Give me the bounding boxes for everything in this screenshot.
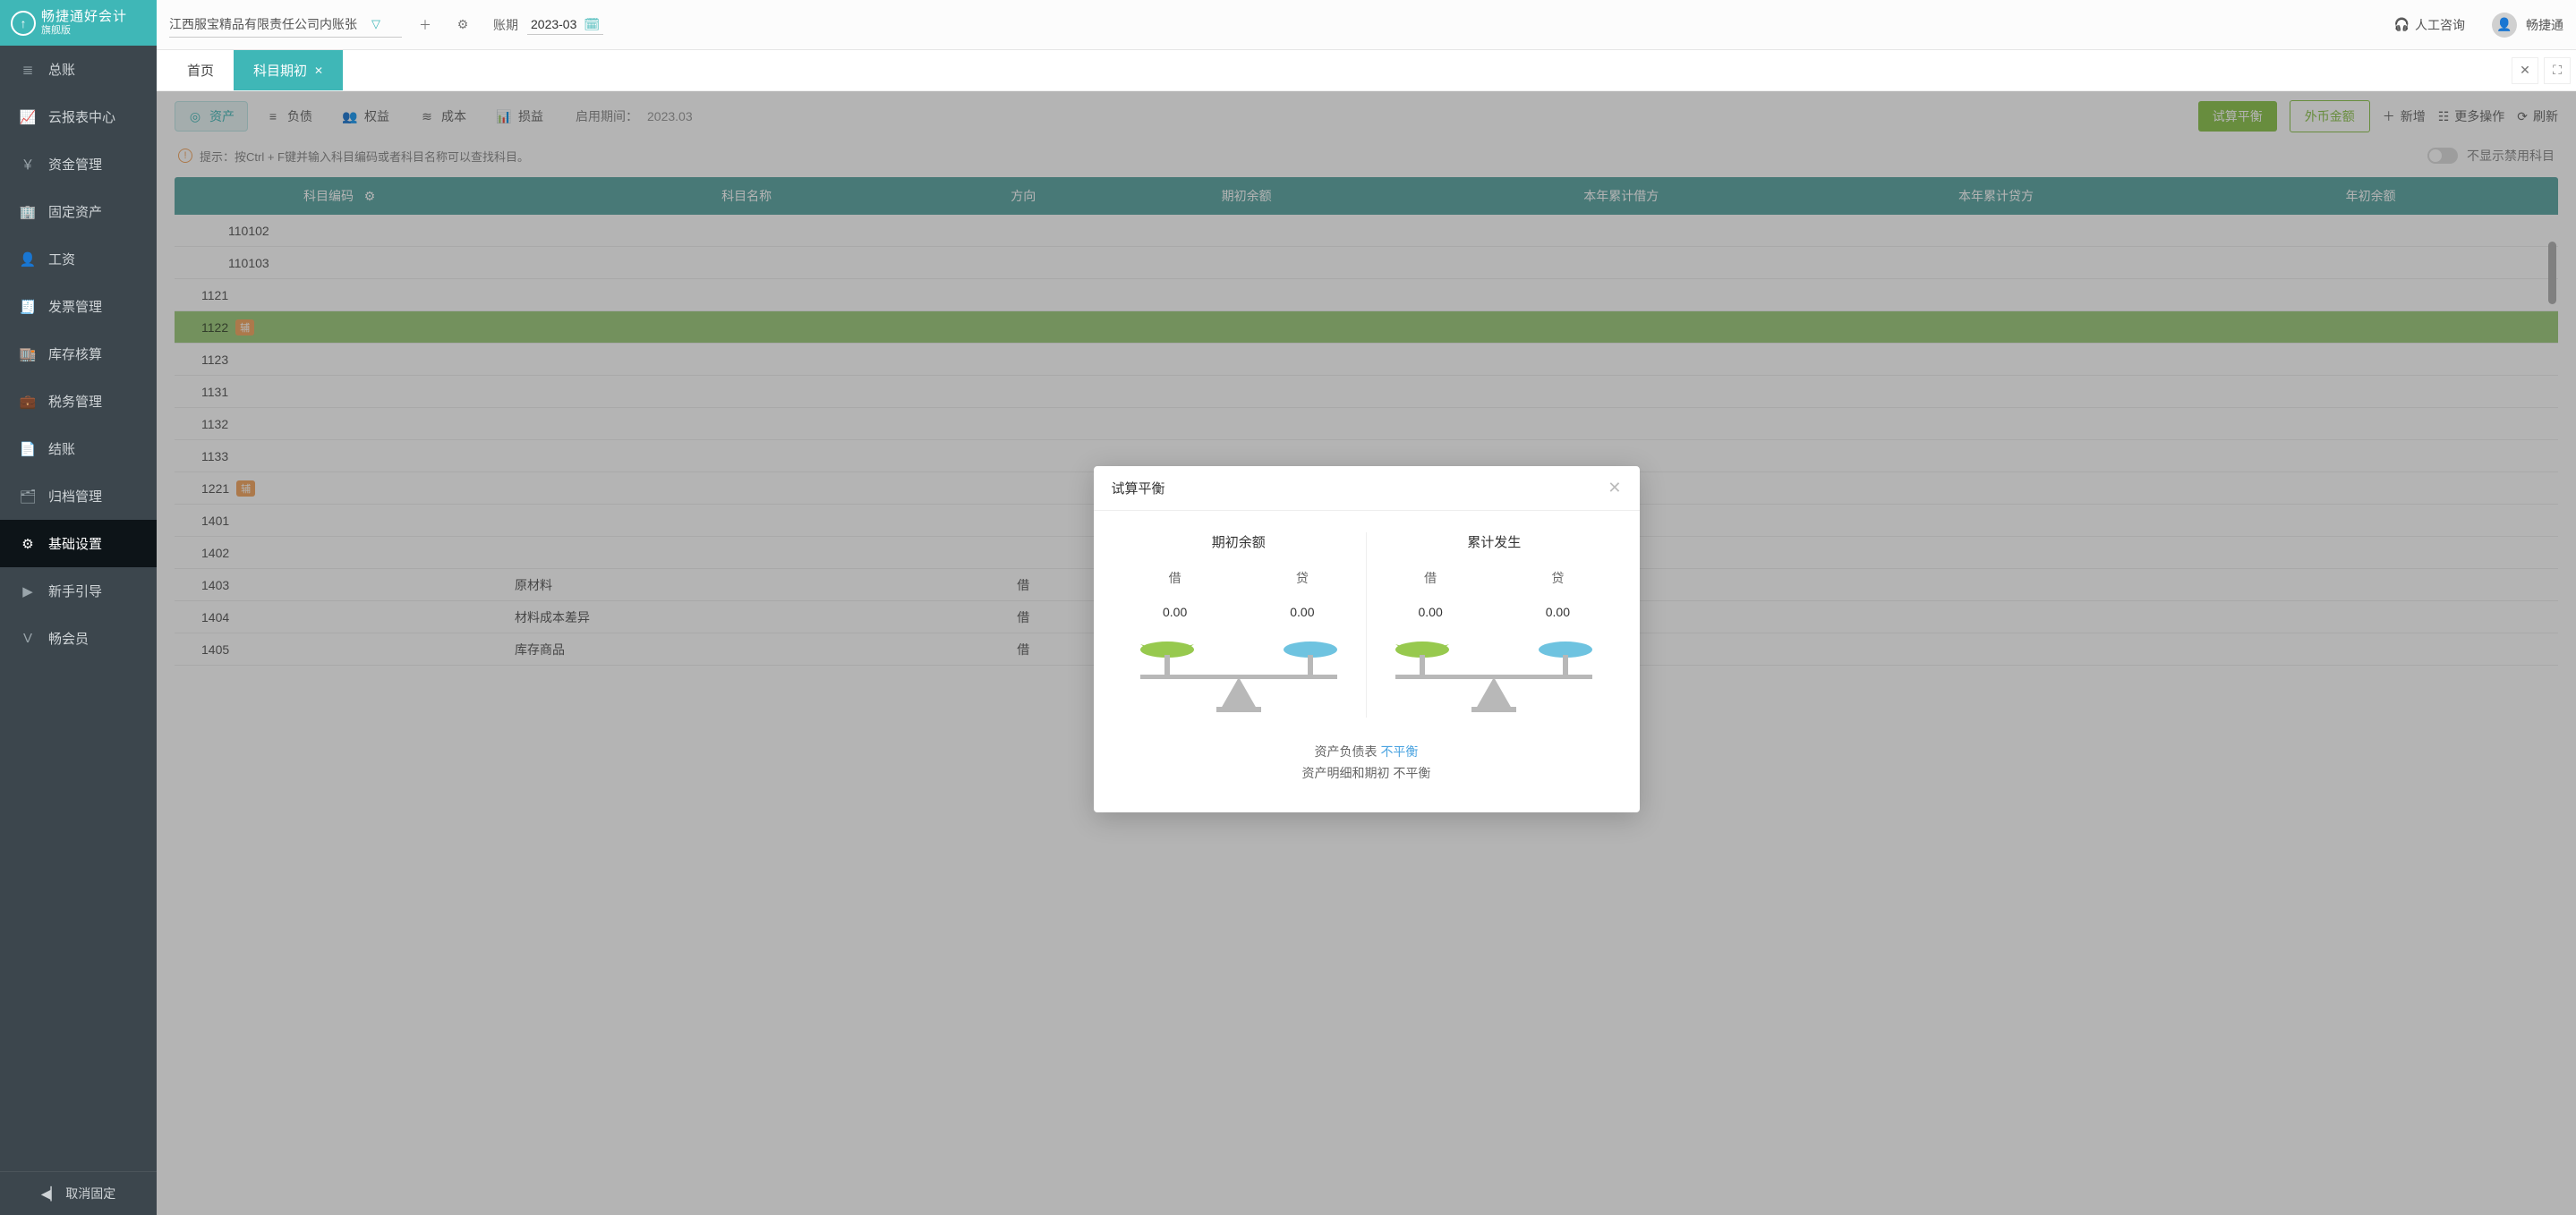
brand-edition: 旗舰版 xyxy=(41,25,127,37)
sidebar-item-12[interactable]: V 畅会员 xyxy=(0,615,157,662)
sidebar-item-9[interactable]: 🗂 归档管理 xyxy=(0,472,157,520)
sidebar-icon: ￥ xyxy=(20,157,36,173)
sidebar-icon: ≣ xyxy=(20,62,36,78)
modal-close-button[interactable]: ✕ xyxy=(1608,479,1621,497)
brand-name: 畅捷通好会计 xyxy=(41,9,127,25)
sidebar-item-11[interactable]: ▶ 新手引导 xyxy=(0,567,157,615)
balance-sheet-status: 资产负债表 不平衡 xyxy=(1315,743,1419,760)
period-label: 账期 xyxy=(493,16,518,34)
sidebar-icon: 📄 xyxy=(20,441,36,457)
sidebar-item-label: 总账 xyxy=(48,60,75,79)
user-menu[interactable]: 👤 畅捷通 xyxy=(2492,13,2563,38)
credit-label: 贷 xyxy=(1551,569,1564,587)
help-label: 人工咨询 xyxy=(2415,16,2465,34)
credit-label: 贷 xyxy=(1296,569,1309,587)
close-all-tabs-button[interactable]: ✕ xyxy=(2512,57,2538,84)
brand: 畅捷通好会计 旗舰版 xyxy=(0,0,157,46)
balance-sheet-unbalanced: 不平衡 xyxy=(1380,744,1418,759)
tab-label: 首页 xyxy=(187,61,214,80)
debit-label: 借 xyxy=(1169,569,1181,587)
sidebar-icon: 👤 xyxy=(20,251,36,268)
sidebar-item-7[interactable]: 💼 税务管理 xyxy=(0,378,157,425)
help-button[interactable]: 🎧 人工咨询 xyxy=(2394,16,2465,34)
sidebar-item-10[interactable]: ⚙ 基础设置 xyxy=(0,520,157,567)
tab-1[interactable]: 科目期初 ✕ xyxy=(234,50,343,90)
sidebar-item-1[interactable]: 📈 云报表中心 xyxy=(0,93,157,140)
balance-scale-icon xyxy=(1378,637,1610,718)
detail-balance-status: 资产明细和期初 不平衡 xyxy=(1302,764,1431,782)
tab-0[interactable]: 首页 xyxy=(167,50,234,90)
credit-value: 0.00 xyxy=(1546,605,1570,619)
add-company-button[interactable]: ＋ xyxy=(411,11,439,39)
username: 畅捷通 xyxy=(2526,16,2563,34)
sidebar-item-4[interactable]: 👤 工资 xyxy=(0,235,157,283)
sidebar-unpin[interactable]: ◀▏ 取消固定 xyxy=(0,1171,157,1215)
sidebar-unpin-label: 取消固定 xyxy=(65,1185,115,1202)
sidebar-icon: 📈 xyxy=(20,109,36,125)
company-selector[interactable]: 江西服宝精品有限责任公司内账张 ▽ xyxy=(169,12,402,38)
brand-logo-icon xyxy=(11,11,36,36)
sidebar-icon: 🏬 xyxy=(20,346,36,362)
topbar: 江西服宝精品有限责任公司内账张 ▽ ＋ ⚙ 账期 2023-03 🗓 🎧 人工咨… xyxy=(157,0,2576,50)
modal-title: 试算平衡 xyxy=(1112,479,1165,497)
debit-value: 0.00 xyxy=(1163,605,1187,619)
balance-sheet-label: 资产负债表 xyxy=(1315,744,1378,759)
sidebar-item-label: 新手引导 xyxy=(48,582,102,600)
sidebar-item-label: 税务管理 xyxy=(48,392,102,411)
company-name: 江西服宝精品有限责任公司内账张 xyxy=(169,15,357,33)
credit-value: 0.00 xyxy=(1290,605,1314,619)
sidebar-icon: ⚙ xyxy=(20,536,36,552)
sidebar-item-5[interactable]: 🧾 发票管理 xyxy=(0,283,157,330)
trial-balance-modal: 试算平衡 ✕ 期初余额 借 贷 0.00 0.00 累计发生 借 贷 xyxy=(1094,466,1640,812)
calendar-icon[interactable]: 🗓 xyxy=(584,17,600,32)
sidebar: 畅捷通好会计 旗舰版 ≣ 总账 📈 云报表中心 ￥ 资金管理 🏢 固定资产 👤 工资 🧾 发票管理 🏬 库… xyxy=(0,0,157,1215)
sidebar-item-label: 发票管理 xyxy=(48,297,102,316)
sidebar-item-8[interactable]: 📄 结账 xyxy=(0,425,157,472)
sidebar-item-label: 固定资产 xyxy=(48,202,102,221)
tab-label: 科目期初 xyxy=(253,61,307,80)
balance-col-title: 累计发生 xyxy=(1467,532,1521,551)
period-picker[interactable]: 2023-03 🗓 xyxy=(527,15,603,35)
sidebar-item-label: 归档管理 xyxy=(48,487,102,506)
balance-col-title: 期初余额 xyxy=(1212,532,1266,551)
balance-column-1: 累计发生 借 贷 0.00 0.00 xyxy=(1366,532,1622,718)
balance-column-0: 期初余额 借 贷 0.00 0.00 xyxy=(1112,532,1367,718)
sidebar-item-label: 畅会员 xyxy=(48,629,89,648)
sidebar-item-label: 云报表中心 xyxy=(48,107,115,126)
page-tabs: 首页 科目期初 ✕ ✕ ⛶ xyxy=(157,50,2576,91)
debit-value: 0.00 xyxy=(1419,605,1443,619)
period-value: 2023-03 xyxy=(531,17,576,31)
sidebar-icon: 🏢 xyxy=(20,204,36,220)
tab-close-icon[interactable]: ✕ xyxy=(314,64,323,77)
debit-label: 借 xyxy=(1424,569,1437,587)
sidebar-item-6[interactable]: 🏬 库存核算 xyxy=(0,330,157,378)
balance-scale-icon xyxy=(1122,637,1355,718)
sidebar-item-label: 工资 xyxy=(48,250,75,268)
unpin-icon: ◀▏ xyxy=(41,1186,61,1202)
headset-icon: 🎧 xyxy=(2394,17,2410,32)
sidebar-item-3[interactable]: 🏢 固定资产 xyxy=(0,188,157,235)
company-settings-button[interactable]: ⚙ xyxy=(448,11,477,39)
avatar-icon: 👤 xyxy=(2492,13,2517,38)
sidebar-item-0[interactable]: ≣ 总账 xyxy=(0,46,157,93)
fullscreen-button[interactable]: ⛶ xyxy=(2544,57,2571,84)
sidebar-item-label: 基础设置 xyxy=(48,534,102,553)
sidebar-icon: 💼 xyxy=(20,394,36,410)
chevron-down-icon[interactable]: ▽ xyxy=(371,17,380,31)
modal-overlay-region: 试算平衡 ✕ 期初余额 借 贷 0.00 0.00 累计发生 借 贷 xyxy=(157,91,2576,1215)
sidebar-icon: ▶ xyxy=(20,583,36,599)
sidebar-item-label: 结账 xyxy=(48,439,75,458)
sidebar-item-2[interactable]: ￥ 资金管理 xyxy=(0,140,157,188)
sidebar-icon: V xyxy=(20,631,36,647)
sidebar-item-label: 资金管理 xyxy=(48,155,102,174)
sidebar-icon: 🧾 xyxy=(20,299,36,315)
sidebar-item-label: 库存核算 xyxy=(48,344,102,363)
sidebar-icon: 🗂 xyxy=(20,489,36,505)
